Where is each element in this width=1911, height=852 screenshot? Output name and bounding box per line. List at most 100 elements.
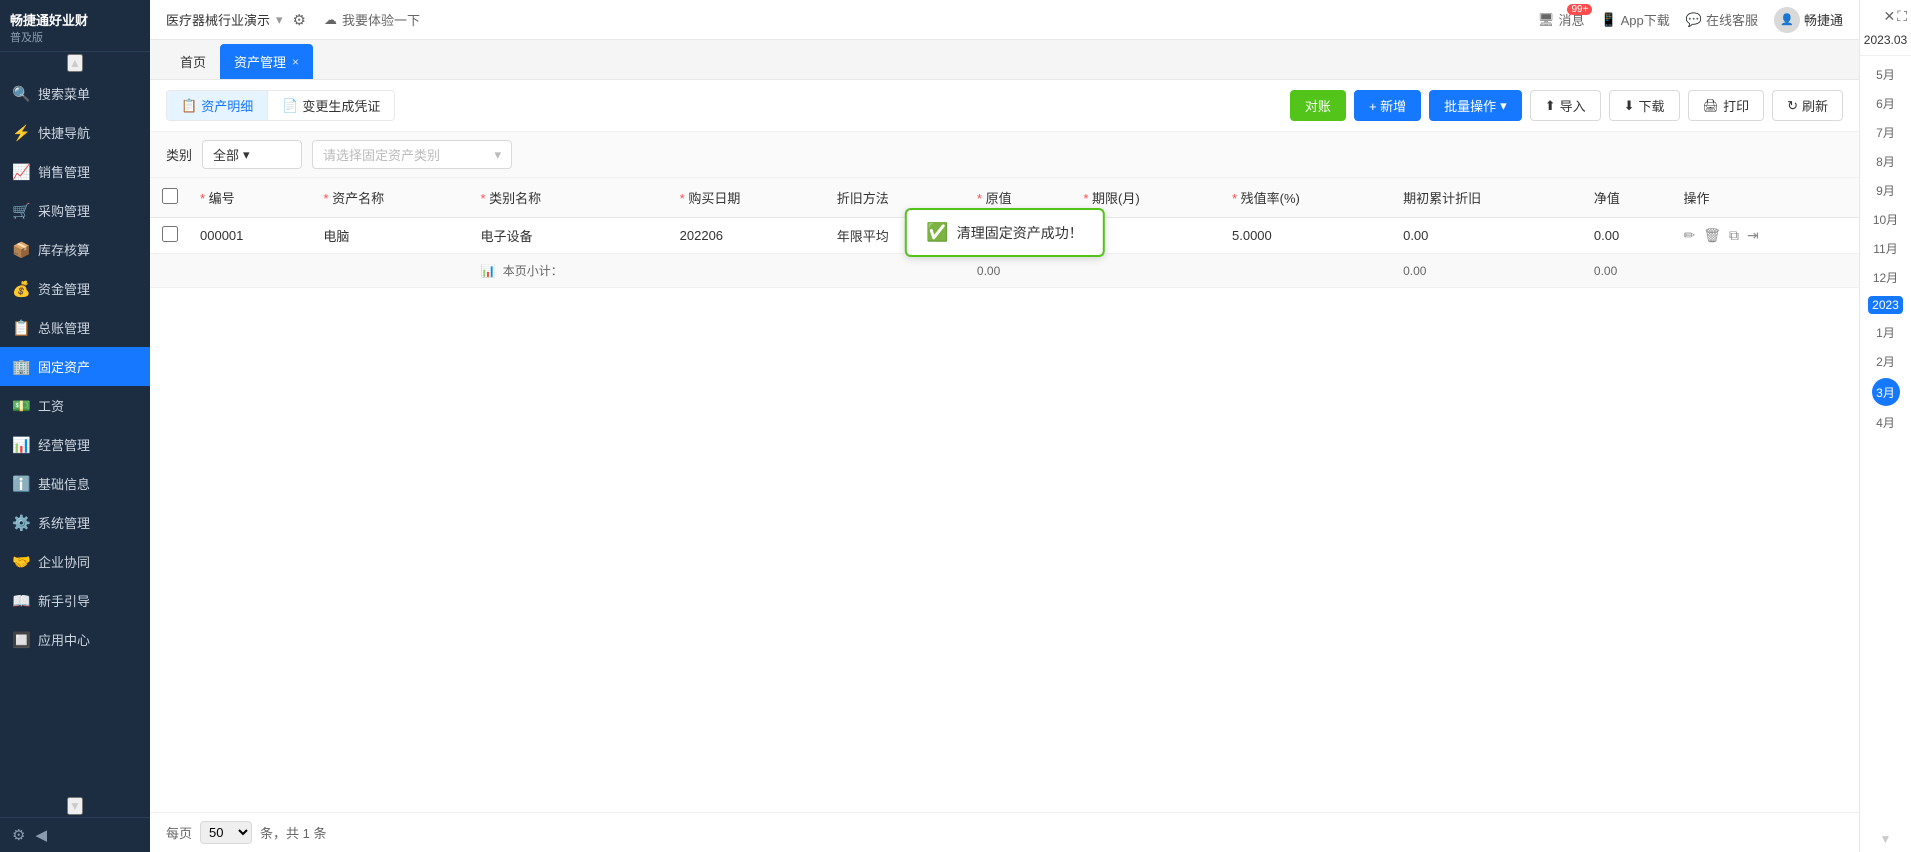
download-icon: 📱	[1600, 12, 1616, 28]
sidebar-label-10: 基础信息	[38, 474, 90, 493]
avatar: 👤	[1774, 7, 1800, 33]
sidebar-item-快捷导航[interactable]: ⚡快捷导航	[0, 113, 150, 152]
app-download-btn[interactable]: 📱 App下载	[1600, 10, 1669, 29]
month-item-3[interactable]: 3月	[1872, 378, 1900, 406]
sidebar-item-搜索菜单[interactable]: 🔍搜索菜单	[0, 74, 150, 113]
edit-icon[interactable]: ✏	[1683, 227, 1695, 244]
sidebar-item-工资[interactable]: 💵 工资	[0, 386, 150, 425]
month-item-6[interactable]: 6月	[1860, 89, 1911, 118]
sidebar-icon-14: 🔲	[12, 631, 30, 649]
toolbar: 📋 资产明细 📄 变更生成凭证 对账 + 新增 批量操作 ▾	[150, 80, 1859, 132]
sidebar-scroll-down[interactable]: ▼	[67, 797, 83, 815]
tab-asset-management[interactable]: 资产管理 ×	[220, 44, 313, 79]
sidebar-label-2: 销售管理	[38, 162, 90, 181]
month-item-7[interactable]: 7月	[1860, 118, 1911, 147]
month-item-5[interactable]: 5月	[1860, 60, 1911, 89]
experience-btn[interactable]: ☁ 我要体验一下	[324, 10, 420, 29]
sidebar-item-固定资产[interactable]: 🏢固定资产	[0, 347, 150, 386]
sidebar-label-11: 系统管理	[38, 513, 90, 532]
sidebar-item-资金管理[interactable]: 💰资金管理	[0, 269, 150, 308]
subtotal-original: 0.00	[967, 254, 1073, 288]
sidebar-item-库存核算[interactable]: 📦库存核算	[0, 230, 150, 269]
refresh-btn[interactable]: ↻ 刷新	[1772, 90, 1843, 121]
sidebar-item-企业协同[interactable]: 🤝企业协同	[0, 542, 150, 581]
settings-gear-icon[interactable]: ⚙	[293, 11, 306, 29]
messages-btn[interactable]: 🖥 消息 99+	[1538, 10, 1585, 29]
sidebar-label-8: 工资	[38, 396, 64, 415]
online-service-btn[interactable]: 💬 在线客服	[1686, 10, 1758, 29]
sidebar-icon-8: 💵	[12, 397, 30, 415]
subtotal-empty-5	[827, 254, 967, 288]
category-type-select[interactable]: 全部 ▾	[202, 140, 302, 169]
sidebar-item-经营管理[interactable]: 📊经营管理	[0, 425, 150, 464]
sidebar-icon-5: 💰	[12, 280, 30, 298]
right-panel-close-icon[interactable]: ✕	[1883, 8, 1895, 25]
sidebar-icon-3: 🛒	[12, 202, 30, 220]
month-item-8[interactable]: 8月	[1860, 147, 1911, 176]
th-residual-rate: 残值率(%)	[1222, 178, 1393, 218]
month-item-9[interactable]: 9月	[1860, 176, 1911, 205]
row-category: 电子设备	[470, 218, 669, 254]
per-page-select[interactable]: 50 100	[200, 821, 252, 844]
tabs-bar: 首页 资产管理 ×	[150, 40, 1859, 80]
sidebar-icon-9: 📊	[12, 436, 30, 454]
reconcile-btn[interactable]: 对账	[1290, 90, 1346, 121]
company-selector[interactable]: 医疗器械行业演示 ▾	[166, 10, 283, 29]
batch-ops-btn[interactable]: 批量操作 ▾	[1429, 90, 1522, 121]
right-panel-months: 5月6月7月8月9月10月11月12月 2023 1月2月3月4月	[1860, 60, 1911, 825]
sub-tab-change-voucher[interactable]: 📄 变更生成凭证	[268, 91, 394, 120]
month-item-11[interactable]: 11月	[1860, 234, 1911, 263]
right-panel-header: ✕ ⛶	[1860, 4, 1911, 29]
topbar: 医疗器械行业演示 ▾ ⚙ ☁ 我要体验一下 🖥 消息 99+ 📱 App下载 💬…	[150, 0, 1859, 40]
import-btn[interactable]: ⬆ 导入	[1530, 90, 1601, 121]
month-item-12[interactable]: 12月	[1860, 263, 1911, 292]
tab-home[interactable]: 首页	[166, 44, 220, 79]
copy-icon[interactable]: ⧉	[1729, 227, 1739, 244]
month-item-10[interactable]: 10月	[1860, 205, 1911, 234]
row-actions: ✏ 🗑 ⧉ ⇥	[1673, 218, 1859, 254]
month-item-2[interactable]: 2月	[1860, 347, 1911, 376]
tab-asset-label: 资产管理	[234, 52, 286, 71]
sidebar-item-销售管理[interactable]: 📈销售管理	[0, 152, 150, 191]
subtotal-label: 本页小计：	[503, 264, 563, 278]
sidebar-item-新手引导[interactable]: 📖新手引导	[0, 581, 150, 620]
subtotal-empty-8	[1673, 254, 1859, 288]
right-panel-expand-icon[interactable]: ⛶	[1897, 8, 1907, 25]
print-btn[interactable]: 🖨 打印	[1688, 90, 1765, 121]
sidebar-item-基础信息[interactable]: ℹ️基础信息	[0, 464, 150, 503]
sidebar-item-总账管理[interactable]: 📋总账管理	[0, 308, 150, 347]
sidebar-scroll-up[interactable]: ▲	[67, 54, 83, 72]
sub-tab-asset-detail[interactable]: 📋 资产明细	[167, 91, 268, 120]
sidebar-icon-0: 🔍	[12, 85, 30, 103]
sidebar-item-系统管理[interactable]: ⚙️ 系统管理	[0, 503, 150, 542]
service-icon: 💬	[1686, 12, 1702, 28]
right-panel-down-icon[interactable]: ▼	[1880, 825, 1892, 852]
print-icon: 🖨	[1703, 98, 1720, 114]
asset-detail-icon: 📋	[181, 98, 197, 114]
sidebar-icon-7: 🏢	[12, 358, 30, 376]
month-item-4[interactable]: 4月	[1860, 408, 1911, 437]
category-detail-select[interactable]: 请选择固定资产类别 ▾	[312, 140, 512, 169]
download-btn[interactable]: ⬇ 下载	[1609, 90, 1680, 121]
new-btn[interactable]: + 新增	[1354, 90, 1421, 121]
delete-icon[interactable]: 🗑	[1703, 227, 1721, 244]
user-menu[interactable]: 👤 畅捷通	[1774, 7, 1843, 33]
more-icon[interactable]: ⇥	[1747, 227, 1759, 244]
th-purchase-date: 购买日期	[670, 178, 827, 218]
tab-close-icon[interactable]: ×	[292, 55, 299, 69]
table-wrap: 编号 资产名称 类别名称 购买日期 折旧方法 原值 期限(月) 残值率(%) 期…	[150, 178, 1859, 812]
collapse-icon[interactable]: ◀	[35, 826, 47, 844]
month-item-1[interactable]: 1月	[1860, 318, 1911, 347]
row-checkbox[interactable]	[162, 226, 178, 242]
category-detail-placeholder: 请选择固定资产类别	[323, 145, 440, 164]
select-all-checkbox[interactable]	[162, 188, 178, 204]
month-item-year2023[interactable]: 2023	[1868, 296, 1903, 314]
settings-icon[interactable]: ⚙	[12, 826, 25, 844]
sidebar-item-采购管理[interactable]: 🛒采购管理	[0, 191, 150, 230]
tab-home-label: 首页	[180, 55, 206, 70]
th-accumulated: 期初累计折旧	[1393, 178, 1584, 218]
toolbar-right: 对账 + 新增 批量操作 ▾ ⬆ 导入 ⬇ 下载 🖨	[1290, 90, 1843, 121]
sidebar-item-应用中心[interactable]: 🔲应用中心	[0, 620, 150, 659]
row-residual-rate: 5.0000	[1222, 218, 1393, 254]
sidebar-icon-11: ⚙️	[12, 514, 30, 532]
